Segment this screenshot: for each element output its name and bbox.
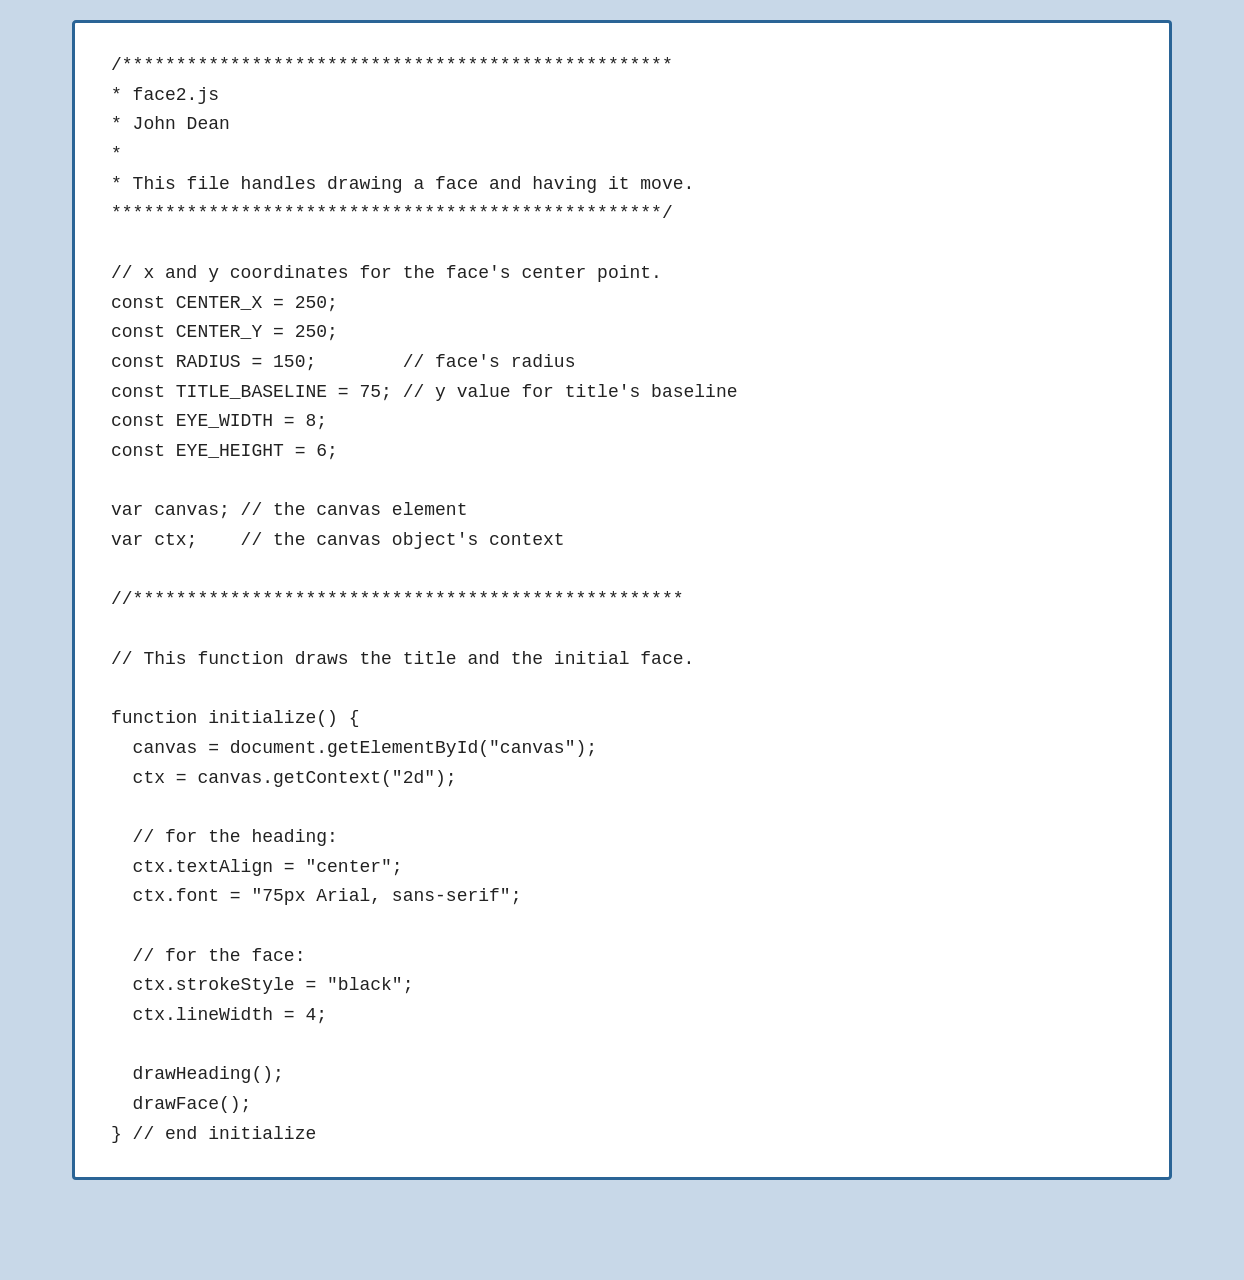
code-block: /***************************************… [111, 51, 1133, 1149]
code-container: /***************************************… [72, 20, 1172, 1180]
